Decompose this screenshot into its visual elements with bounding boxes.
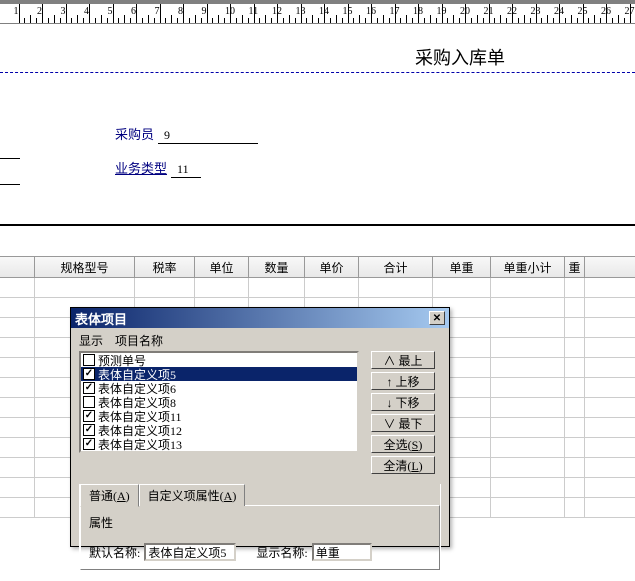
column-dialog: 表体项目 ✕ 显示 项目名称 预测单号表体自定义项5表体自定义项6表体自定义项8… [70, 307, 450, 547]
buyer-value: 9 [164, 128, 170, 142]
section-divider [0, 72, 635, 73]
visibility-checkbox[interactable] [83, 354, 95, 366]
clear-all-button[interactable]: 全清(L) [371, 456, 435, 474]
biztype-field[interactable]: 11 [171, 162, 201, 178]
buyer-label: 采购员 [115, 124, 154, 143]
move-up-button[interactable]: ↑ 上移 [371, 372, 435, 390]
table-row[interactable] [0, 278, 635, 298]
dialog-title: 表体项目 [75, 309, 127, 328]
tab-custom[interactable]: 自定义项属性(A) [139, 484, 246, 506]
grid-column-header[interactable]: 单价 [305, 257, 359, 277]
list-item-label: 表体自定义项13 [98, 436, 182, 453]
grid-column-header[interactable]: 税率 [135, 257, 195, 277]
grid-column-header[interactable]: 单位 [195, 257, 249, 277]
move-top-button[interactable]: ∧ 最上 [371, 351, 435, 369]
visibility-checkbox[interactable] [83, 368, 95, 380]
display-name-label: 显示名称: [256, 544, 307, 561]
name-column-label: 项目名称 [115, 332, 163, 349]
grid-column-header[interactable]: 数量 [249, 257, 305, 277]
grid-column-header[interactable]: 单重小计 [491, 257, 565, 277]
default-name-input[interactable] [144, 543, 236, 561]
visibility-checkbox[interactable] [83, 396, 95, 408]
items-listbox[interactable]: 预测单号表体自定义项5表体自定义项6表体自定义项8表体自定义项11表体自定义项1… [79, 351, 359, 453]
page-title: 采购入库单 [415, 44, 505, 70]
select-all-button[interactable]: 全选(S) [371, 435, 435, 453]
ruler: 1234567891011121314151617181920212223242… [0, 4, 635, 24]
visibility-checkbox[interactable] [83, 382, 95, 394]
display-name-input[interactable] [312, 543, 372, 561]
thick-divider [0, 224, 635, 226]
list-item[interactable]: 表体自定义项13 [81, 437, 357, 451]
grid-column-header[interactable]: 合计 [359, 257, 433, 277]
default-name-label: 默认名称: [89, 544, 140, 561]
buyer-field[interactable]: 9 [158, 128, 258, 144]
visibility-checkbox[interactable] [83, 424, 95, 436]
show-column-label: 显示 [79, 332, 115, 349]
visibility-checkbox[interactable] [83, 410, 95, 422]
dialog-close-button[interactable]: ✕ [429, 311, 445, 325]
tab-general[interactable]: 普通(A) [80, 484, 139, 507]
move-bottom-button[interactable]: ∨ 最下 [371, 414, 435, 432]
grid-column-header[interactable]: 重 [565, 257, 585, 277]
grid-column-header[interactable]: 单重 [433, 257, 491, 277]
grid-column-header[interactable]: 规格型号 [35, 257, 135, 277]
visibility-checkbox[interactable] [83, 438, 95, 450]
attr-section-label: 属性 [89, 514, 431, 531]
move-down-button[interactable]: ↓ 下移 [371, 393, 435, 411]
biztype-label[interactable]: 业务类型 [115, 158, 167, 177]
biztype-value: 11 [177, 162, 189, 176]
